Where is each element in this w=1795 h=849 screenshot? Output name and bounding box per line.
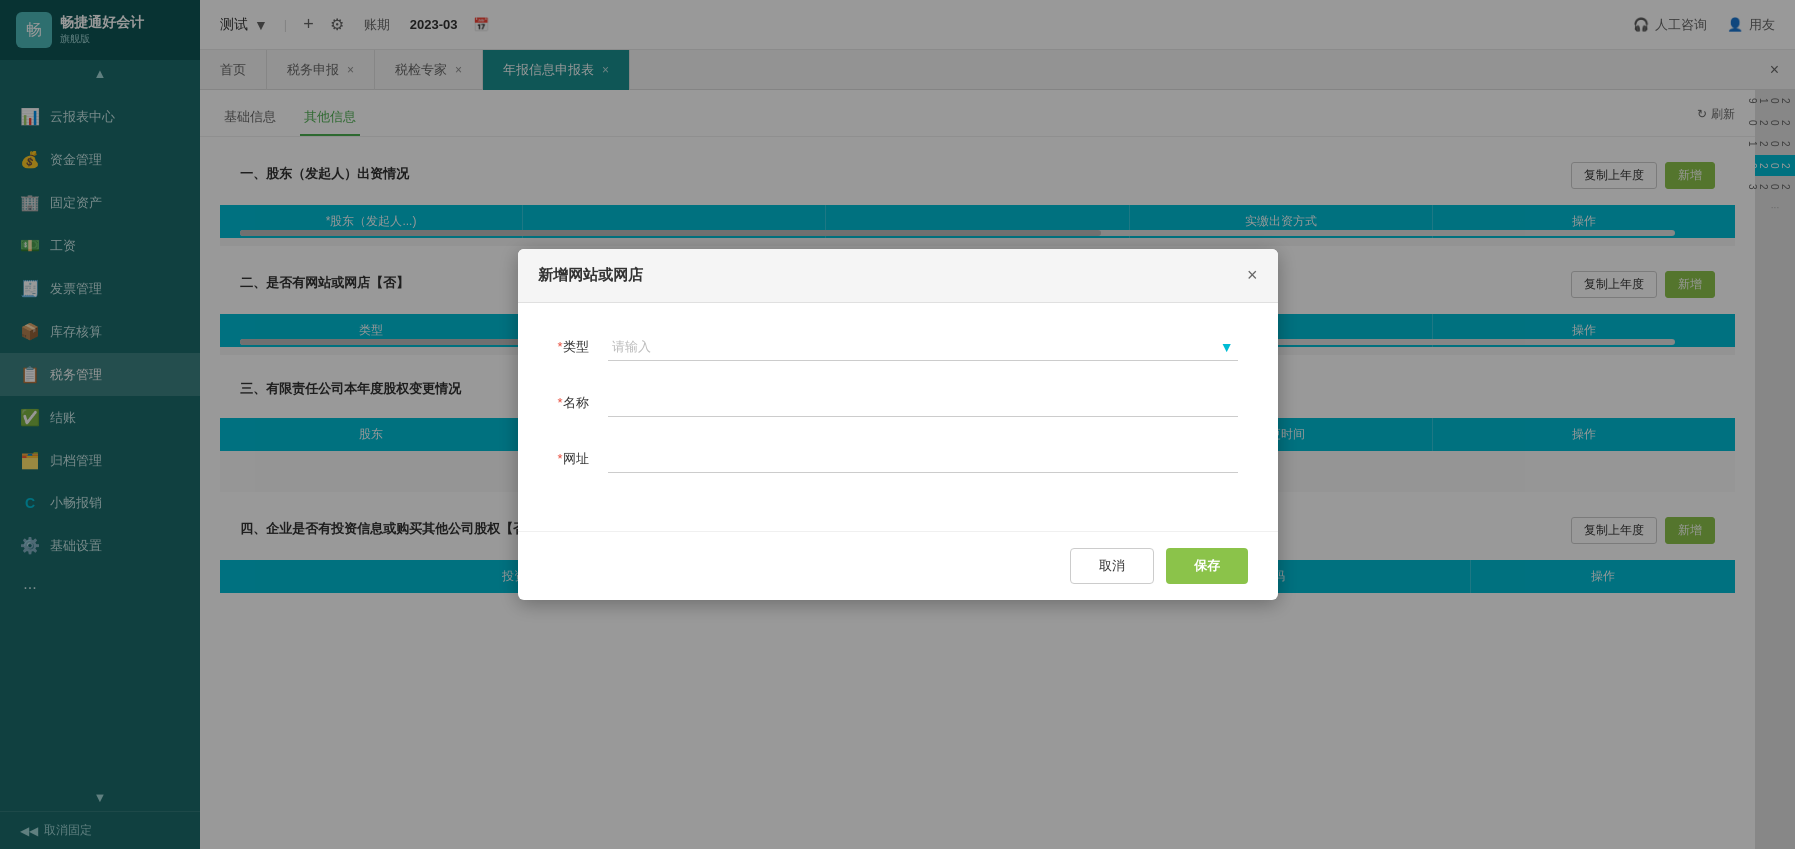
save-button[interactable]: 保存 (1166, 548, 1248, 584)
name-input-wrapper (608, 389, 1238, 417)
name-required-star: * (558, 395, 563, 410)
form-group-type: *type类型 ▼ (558, 333, 1238, 361)
modal-close-button[interactable]: × (1247, 265, 1258, 286)
type-required-star: * (558, 339, 563, 354)
url-input-wrapper (608, 445, 1238, 473)
type-dropdown-arrow[interactable]: ▼ (1220, 339, 1234, 355)
type-label: *type类型 (558, 338, 608, 356)
name-input[interactable] (608, 389, 1238, 416)
name-label: *名称 (558, 394, 608, 412)
modal-title: 新增网站或网店 (538, 266, 643, 285)
url-label: *网址 (558, 450, 608, 468)
url-input[interactable] (608, 445, 1238, 472)
cancel-button[interactable]: 取消 (1070, 548, 1154, 584)
form-group-name: *名称 (558, 389, 1238, 417)
modal-footer: 取消 保存 (518, 531, 1278, 600)
url-required-star: * (558, 451, 563, 466)
modal-body: *type类型 ▼ *名称 *网址 (518, 303, 1278, 531)
type-input[interactable] (608, 333, 1238, 360)
modal-header: 新增网站或网店 × (518, 249, 1278, 303)
modal-add-website: 新增网站或网店 × *type类型 ▼ *名称 (518, 249, 1278, 600)
form-group-url: *网址 (558, 445, 1238, 473)
modal-overlay[interactable]: 新增网站或网店 × *type类型 ▼ *名称 (0, 0, 1795, 849)
type-input-wrapper: ▼ (608, 333, 1238, 361)
